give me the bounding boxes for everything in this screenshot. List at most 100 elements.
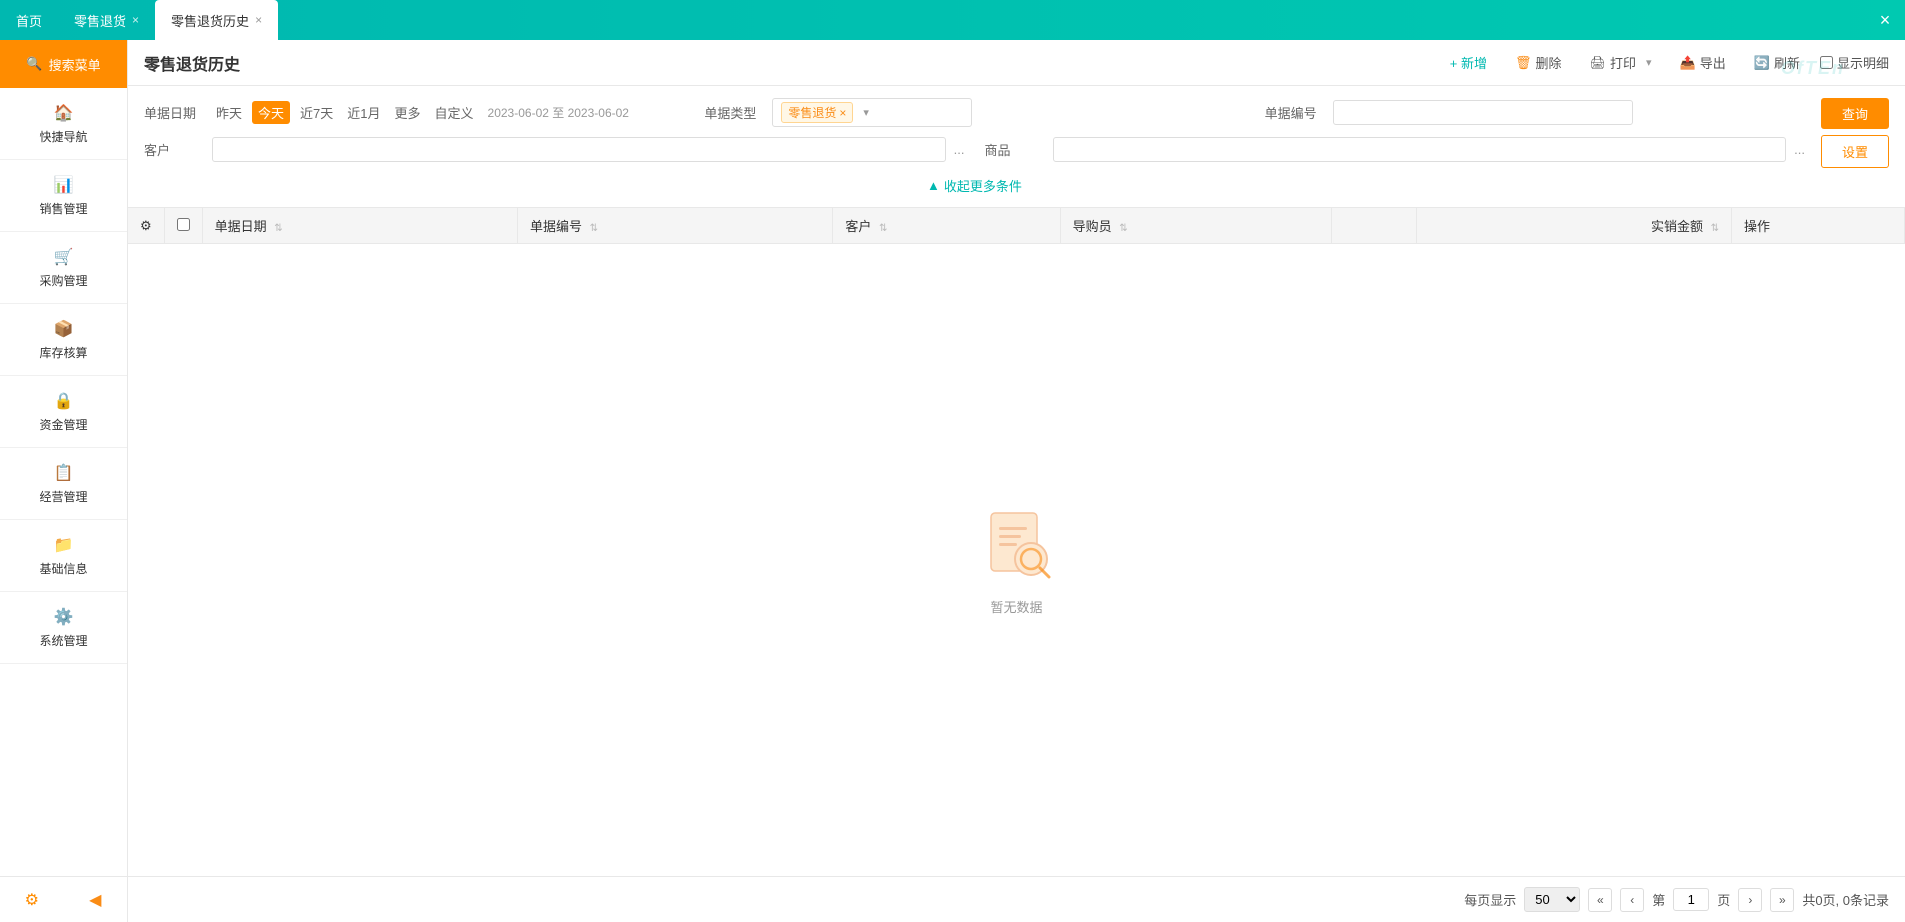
sidebar-item-basic-info[interactable]: 📁 基础信息 (0, 520, 127, 592)
col-guide-sort[interactable]: ⇅ (1119, 223, 1127, 234)
first-page-btn[interactable]: « (1588, 888, 1612, 912)
col-spacer (1331, 208, 1416, 244)
col-date: 单据日期 ⇅ (202, 208, 517, 244)
sidebar-item-finance[interactable]: 🔒 资金管理 (0, 376, 127, 448)
sidebar-settings-icon: ⚙ (25, 890, 39, 910)
filter-customer-group: 客户 ... (144, 137, 965, 162)
type-tag-close[interactable]: × (839, 106, 846, 120)
export-button[interactable]: 📤 导出 (1672, 49, 1734, 76)
sidebar-toggle-btn[interactable]: ◀ (64, 877, 128, 922)
print-button[interactable]: 🖨 打印 ▾ (1582, 49, 1660, 76)
filter-number-group: 单据编号 (1265, 100, 1805, 125)
last-page-btn[interactable]: » (1770, 888, 1794, 912)
col-amount-sort[interactable]: ⇅ (1711, 223, 1719, 234)
window-close-button[interactable]: × (1865, 0, 1905, 40)
tab-retail-return-history[interactable]: 零售退货历史 × (155, 0, 278, 40)
date-opt-custom[interactable]: 自定义 (431, 101, 478, 124)
refresh-icon: 🔄 (1754, 55, 1770, 71)
sidebar-item-inventory[interactable]: 📦 库存核算 (0, 304, 127, 376)
col-guide-label: 导购员 (1073, 219, 1112, 234)
filter-date-group: 单据日期 昨天 今天 近7天 近1月 更多 自定义 2023-06-02 至 2… (144, 101, 684, 124)
date-opt-last1month[interactable]: 近1月 (343, 101, 384, 124)
date-opt-today[interactable]: 今天 (252, 101, 290, 124)
col-customer-label: 客户 (845, 219, 871, 234)
export-button-label: 导出 (1700, 53, 1726, 72)
data-table: ⚙ 单据日期 ⇅ 单据编号 ⇅ (128, 208, 1905, 244)
tab-retail-return[interactable]: 零售退货 × (58, 0, 155, 40)
tab-retail-return-history-close[interactable]: × (255, 13, 262, 27)
sidebar-search-btn[interactable]: 🔍 搜索菜单 (0, 40, 127, 88)
sidebar-item-operations-label: 经营管理 (39, 488, 87, 505)
col-number-label: 单据编号 (530, 219, 582, 234)
col-number: 单据编号 ⇅ (518, 208, 833, 244)
type-filter-label: 单据类型 (704, 103, 764, 122)
filter-row-2: 客户 ... 商品 ... (144, 137, 1805, 162)
col-number-sort[interactable]: ⇅ (590, 223, 598, 234)
sidebar-item-quick-nav[interactable]: 🏠 快捷导航 (0, 88, 127, 160)
settings-button[interactable]: 设置 (1821, 135, 1889, 168)
type-filter-container[interactable]: 零售退货 × ▾ (772, 98, 972, 127)
sidebar-item-purchase-mgmt[interactable]: 🛒 采购管理 (0, 232, 127, 304)
top-bar: 首页 零售退货 × 零售退货历史 × × (0, 0, 1905, 40)
empty-state: 暂无数据 (128, 244, 1905, 876)
number-filter-input[interactable] (1333, 100, 1633, 125)
collapse-label: 收起更多条件 (944, 176, 1022, 195)
tab-retail-return-close[interactable]: × (132, 13, 139, 27)
page-label: 第 (1652, 890, 1665, 909)
date-opt-last7[interactable]: 近7天 (296, 101, 337, 124)
collapse-icon: ▲ (927, 178, 940, 193)
prev-page-btn[interactable]: ‹ (1620, 888, 1644, 912)
sidebar: 🔍 搜索菜单 🏠 快捷导航 📊 销售管理 🛒 采购管理 📦 库存核算 🔒 资金管… (0, 40, 128, 922)
filter-product-group: 商品 ... (985, 137, 1806, 162)
refresh-button-label: 刷新 (1774, 53, 1800, 72)
number-filter-label: 单据编号 (1265, 103, 1325, 122)
col-date-sort[interactable]: ⇅ (274, 223, 282, 234)
refresh-button[interactable]: 🔄 刷新 (1746, 49, 1808, 76)
select-all-checkbox[interactable] (177, 218, 190, 231)
show-detail-input[interactable] (1820, 56, 1833, 69)
page-input[interactable] (1673, 888, 1709, 911)
product-filter-input[interactable] (1053, 137, 1787, 162)
col-action: 操作 (1731, 208, 1904, 244)
date-opt-yesterday[interactable]: 昨天 (212, 101, 246, 124)
empty-text: 暂无数据 (990, 597, 1042, 616)
customer-filter-input[interactable] (212, 137, 946, 162)
sidebar-item-system-mgmt[interactable]: ⚙️ 系统管理 (0, 592, 127, 664)
query-button[interactable]: 查询 (1821, 98, 1889, 129)
filter-type-group: 单据类型 零售退货 × ▾ (704, 98, 1244, 127)
print-dropdown-arrow[interactable]: ▾ (1646, 56, 1652, 69)
show-detail-checkbox[interactable]: 显示明细 (1820, 53, 1889, 72)
main-layout: 🔍 搜索菜单 🏠 快捷导航 📊 销售管理 🛒 采购管理 📦 库存核算 🔒 资金管… (0, 40, 1905, 922)
sidebar-toggle-icon: ◀ (89, 890, 101, 910)
sidebar-item-quick-nav-label: 快捷导航 (39, 128, 87, 145)
next-page-btn[interactable]: › (1738, 888, 1762, 912)
col-checkbox[interactable] (164, 208, 202, 244)
type-dropdown-arrow[interactable]: ▾ (863, 106, 869, 119)
type-tag-value: 零售退货 (788, 104, 836, 121)
sidebar-item-sales-mgmt-label: 销售管理 (39, 200, 87, 217)
sidebar-item-sales-mgmt[interactable]: 📊 销售管理 (0, 160, 127, 232)
sidebar-settings-btn[interactable]: ⚙ (0, 877, 64, 922)
tab-home[interactable]: 首页 (0, 0, 58, 40)
pagination: 每页显示 50 10 20 100 « ‹ 第 页 › » 共0页, 0条记录 (128, 876, 1905, 922)
tab-retail-return-history-label: 零售退货历史 (171, 11, 249, 30)
col-customer-sort[interactable]: ⇅ (879, 223, 887, 234)
date-range-value: 2023-06-02 至 2023-06-02 (488, 104, 629, 121)
date-opt-more[interactable]: 更多 (391, 101, 425, 124)
col-guide: 导购员 ⇅ (1060, 208, 1331, 244)
empty-icon (977, 505, 1057, 585)
col-settings[interactable]: ⚙ (128, 208, 164, 244)
delete-button-label: 删除 (1536, 53, 1562, 72)
sidebar-item-operations[interactable]: 📋 经营管理 (0, 448, 127, 520)
collapse-filter-btn[interactable]: ▲ 收起更多条件 (927, 176, 1022, 195)
basic-info-icon: 📁 (53, 534, 75, 556)
tab-retail-return-label: 零售退货 (74, 11, 126, 30)
table-settings-icon[interactable]: ⚙ (140, 218, 152, 233)
system-mgmt-icon: ⚙️ (53, 606, 75, 628)
tab-home-label: 首页 (16, 11, 42, 30)
new-button[interactable]: + 新增 (1442, 49, 1495, 76)
per-page-select[interactable]: 50 10 20 100 (1524, 887, 1580, 912)
delete-button[interactable]: 🗑 删除 (1507, 49, 1570, 76)
finance-icon: 🔒 (53, 390, 75, 412)
per-page-label: 每页显示 (1464, 890, 1516, 909)
